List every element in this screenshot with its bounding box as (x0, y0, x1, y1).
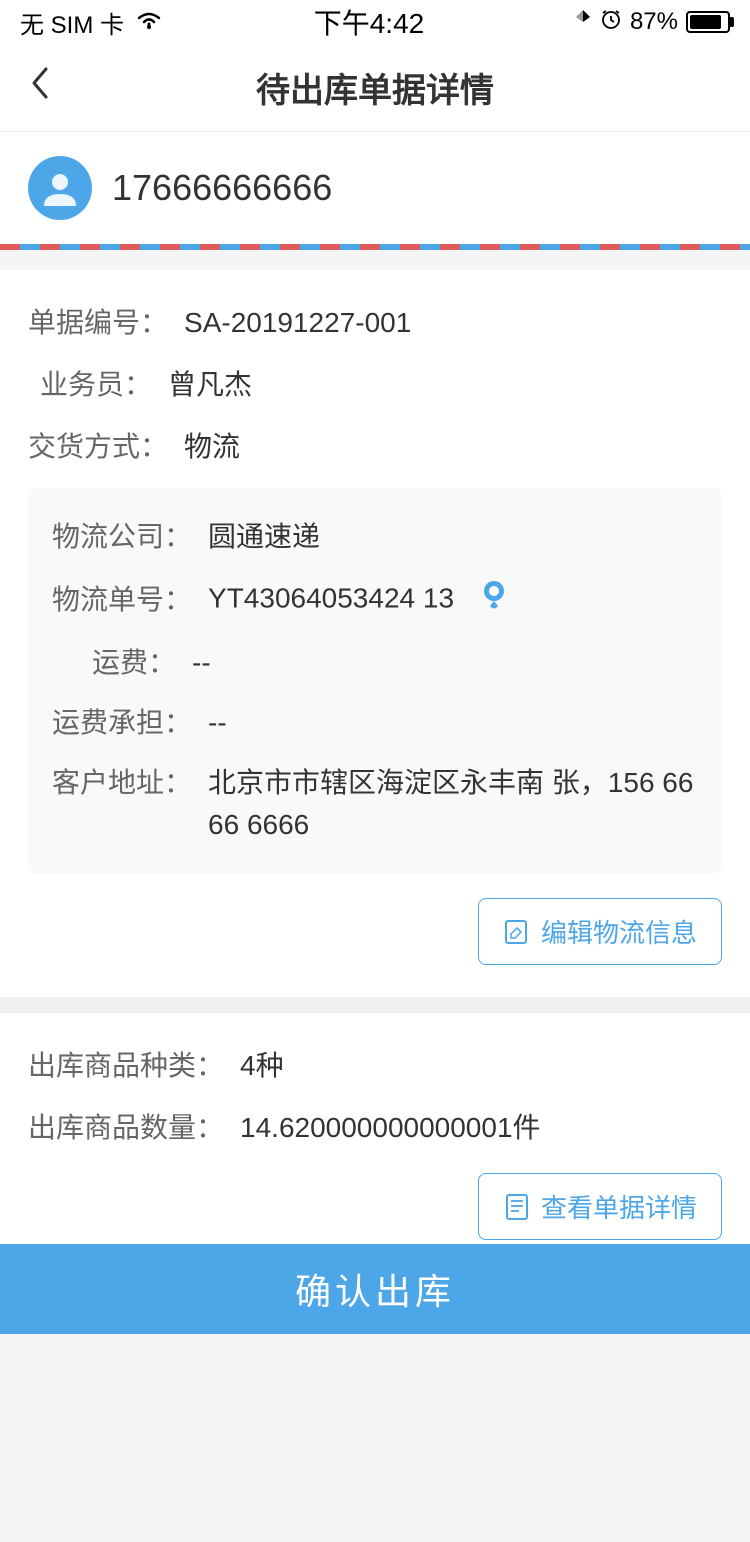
section-divider (0, 997, 750, 1013)
logistics-card: 物流公司： 圆通速递 物流单号： YT43064053424 13 运费： -- (28, 488, 722, 874)
goods-category-row: 出库商品种类： 4种 (28, 1045, 722, 1087)
address-label: 客户地址： (52, 762, 208, 804)
logistics-company-label: 物流公司： (52, 516, 208, 558)
delivery-method-value: 物流 (184, 426, 722, 468)
doc-number-label: 单据编号： (28, 302, 184, 344)
sales-rep-label: 业务员： (28, 364, 168, 406)
logistics-company-value: 圆通速递 (208, 516, 698, 558)
tracking-row: 物流单号： YT43064053424 13 (52, 576, 698, 624)
edit-icon (503, 918, 531, 946)
freight-row: 运费： -- (52, 642, 698, 684)
status-bar-time: 下午4:42 (314, 2, 425, 42)
goods-quantity-value: 14.620000000000001件 (240, 1107, 722, 1149)
customer-header: 17666666666 (0, 132, 750, 244)
delivery-method-row: 交货方式： 物流 (28, 426, 722, 468)
wifi-icon (134, 8, 164, 37)
freight-bearer-row: 运费承担： -- (52, 702, 698, 744)
doc-number-row: 单据编号： SA-20191227-001 (28, 302, 722, 344)
freight-label: 运费： (52, 642, 192, 684)
status-bar: 无 SIM 卡 下午4:42 87% (0, 0, 750, 44)
status-bar-right: 87% (574, 8, 730, 37)
bottom-spacer (0, 1452, 750, 1542)
goods-quantity-label: 出库商品数量： (28, 1107, 240, 1149)
logistics-company-row: 物流公司： 圆通速递 (52, 516, 698, 558)
edit-logistics-label: 编辑物流信息 (541, 913, 697, 950)
delivery-method-label: 交货方式： (28, 426, 184, 468)
view-details-button-wrap: 查看单据详情 (28, 1173, 722, 1240)
dashed-divider (0, 244, 750, 250)
battery-icon (686, 11, 730, 33)
carrier-label: 无 SIM 卡 (20, 5, 124, 40)
goods-category-label: 出库商品种类： (28, 1045, 240, 1087)
battery-percentage: 87% (630, 8, 678, 36)
freight-bearer-label: 运费承担： (52, 702, 208, 744)
basic-info-section: 单据编号： SA-20191227-001 业务员： 曾凡杰 交货方式： 物流 … (0, 270, 750, 997)
customer-avatar (28, 156, 92, 220)
confirm-button[interactable]: 确认出库 (0, 1244, 750, 1334)
location-pin-icon[interactable] (476, 576, 512, 624)
freight-bearer-value: -- (208, 702, 698, 744)
page-title: 待出库单据详情 (256, 63, 494, 112)
goods-section: 出库商品种类： 4种 出库商品数量： 14.620000000000001件 查… (0, 1013, 750, 1272)
view-details-button[interactable]: 查看单据详情 (478, 1173, 722, 1240)
back-button[interactable] (28, 63, 52, 112)
edit-logistics-button-wrap: 编辑物流信息 (28, 898, 722, 965)
sales-rep-value: 曾凡杰 (168, 364, 722, 406)
customer-phone: 17666666666 (112, 167, 332, 209)
goods-quantity-row: 出库商品数量： 14.620000000000001件 (28, 1107, 722, 1149)
tracking-value: YT43064053424 13 (208, 576, 698, 624)
edit-logistics-button[interactable]: 编辑物流信息 (478, 898, 722, 965)
location-service-icon (574, 8, 592, 37)
doc-number-value: SA-20191227-001 (184, 302, 722, 344)
nav-bar: 待出库单据详情 (0, 44, 750, 132)
address-value: 北京市市辖区海淀区永丰南 张，156 6666 6666 (208, 762, 698, 846)
tracking-label: 物流单号： (52, 579, 208, 621)
freight-value: -- (192, 642, 698, 684)
view-details-label: 查看单据详情 (541, 1188, 697, 1225)
status-bar-left: 无 SIM 卡 (20, 5, 164, 40)
goods-category-value: 4种 (240, 1045, 722, 1087)
address-row: 客户地址： 北京市市辖区海淀区永丰南 张，156 6666 6666 (52, 762, 698, 846)
doc-icon (503, 1193, 531, 1221)
alarm-icon (600, 8, 622, 37)
confirm-button-label: 确认出库 (295, 1263, 455, 1315)
sales-rep-row: 业务员： 曾凡杰 (28, 364, 722, 406)
